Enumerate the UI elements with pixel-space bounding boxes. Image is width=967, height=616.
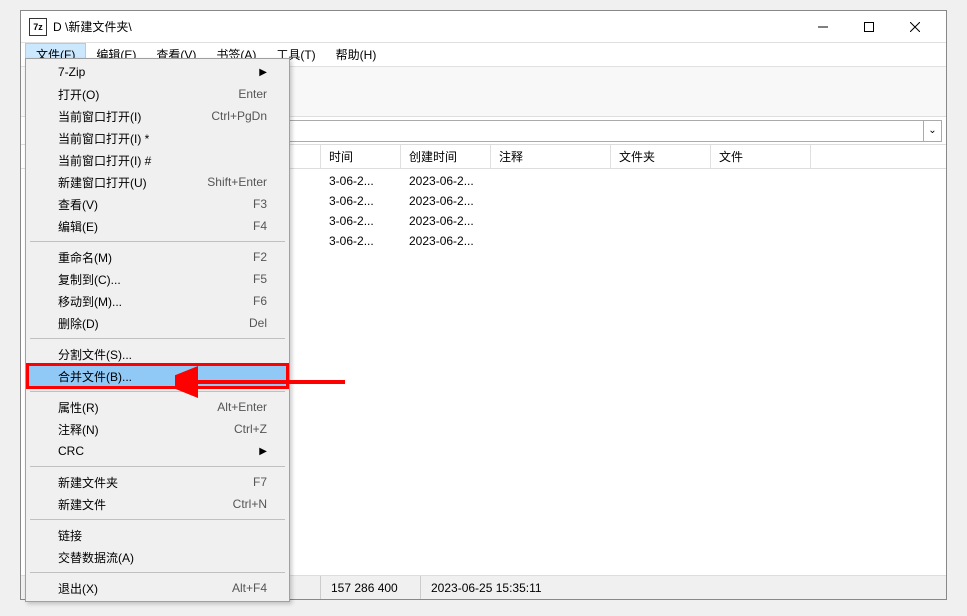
menu-item-label: 交替数据流(A)	[58, 549, 267, 566]
submenu-arrow-icon: ▶	[259, 446, 267, 457]
menu-帮助(H)[interactable]: 帮助(H)	[326, 43, 387, 66]
close-button[interactable]	[892, 12, 938, 42]
menu-item-accelerator: F2	[253, 250, 267, 264]
maximize-icon	[864, 22, 874, 32]
menu-separator	[30, 338, 285, 339]
file-menu-dropdown: 7-Zip▶打开(O)Enter当前窗口打开(I)Ctrl+PgDn当前窗口打开…	[25, 58, 290, 602]
menu-item-label: 属性(R)	[58, 399, 217, 416]
column-header-创建时间[interactable]: 创建时间	[401, 145, 491, 168]
menu-item-分割文件(S)...[interactable]: 分割文件(S)...	[28, 343, 287, 365]
column-header-文件[interactable]: 文件	[711, 145, 811, 168]
menu-item-accelerator: F3	[253, 197, 267, 211]
menu-item-accelerator: Ctrl+N	[233, 497, 267, 511]
menu-item-label: 分割文件(S)...	[58, 346, 267, 363]
cell-ctime: 2023-06-2...	[401, 174, 491, 188]
menu-separator	[30, 519, 285, 520]
column-header-注释[interactable]: 注释	[491, 145, 611, 168]
menu-item-label: 编辑(E)	[58, 218, 253, 235]
menu-item-注释(N)[interactable]: 注释(N)Ctrl+Z	[28, 418, 287, 440]
cell-mtime: 3-06-2...	[321, 234, 401, 248]
column-header-时间[interactable]: 时间	[321, 145, 401, 168]
cell-mtime: 3-06-2...	[321, 214, 401, 228]
menu-item-accelerator: Ctrl+PgDn	[211, 109, 267, 123]
cell-ctime: 2023-06-2...	[401, 194, 491, 208]
menu-item-合并文件(B)...[interactable]: 合并文件(B)...	[28, 365, 287, 387]
menu-separator	[30, 466, 285, 467]
minimize-icon	[818, 22, 828, 32]
minimize-button[interactable]	[800, 12, 846, 42]
menu-item-accelerator: F5	[253, 272, 267, 286]
menu-item-CRC[interactable]: CRC▶	[28, 440, 287, 462]
chevron-down-icon: ⌄	[928, 125, 936, 136]
cell-ctime: 2023-06-2...	[401, 214, 491, 228]
menu-item-label: 注释(N)	[58, 421, 234, 438]
menu-item-查看(V)[interactable]: 查看(V)F3	[28, 193, 287, 215]
menu-item-label: 链接	[58, 527, 267, 544]
menu-item-label: 7-Zip	[58, 65, 259, 79]
menu-item-当前窗口打开(I) *[interactable]: 当前窗口打开(I) *	[28, 127, 287, 149]
menu-item-label: 退出(X)	[58, 580, 232, 597]
menu-item-新建文件[interactable]: 新建文件Ctrl+N	[28, 493, 287, 515]
menu-separator	[30, 572, 285, 573]
menu-item-label: 新建窗口打开(U)	[58, 174, 207, 191]
menu-item-删除(D)[interactable]: 删除(D)Del	[28, 312, 287, 334]
menu-item-accelerator: Alt+F4	[232, 581, 267, 595]
menu-separator	[30, 391, 285, 392]
maximize-button[interactable]	[846, 12, 892, 42]
close-icon	[910, 22, 920, 32]
menu-item-accelerator: Ctrl+Z	[234, 422, 267, 436]
submenu-arrow-icon: ▶	[259, 67, 267, 78]
menu-item-accelerator: F7	[253, 475, 267, 489]
menu-item-label: 重命名(M)	[58, 249, 253, 266]
cell-mtime: 3-06-2...	[321, 174, 401, 188]
menu-item-label: 当前窗口打开(I) *	[58, 130, 267, 147]
menu-separator	[30, 241, 285, 242]
menu-item-label: 删除(D)	[58, 315, 249, 332]
menu-item-accelerator: F6	[253, 294, 267, 308]
menu-item-当前窗口打开(I) #[interactable]: 当前窗口打开(I) #	[28, 149, 287, 171]
menu-item-移动到(M)...[interactable]: 移动到(M)...F6	[28, 290, 287, 312]
menu-item-label: 复制到(C)...	[58, 271, 253, 288]
menu-item-属性(R)[interactable]: 属性(R)Alt+Enter	[28, 396, 287, 418]
status-cell-2: 157 286 400	[321, 576, 421, 599]
column-header-文件夹[interactable]: 文件夹	[611, 145, 711, 168]
menu-item-新建文件夹[interactable]: 新建文件夹F7	[28, 471, 287, 493]
status-cell-3: 2023-06-25 15:35:11	[421, 576, 946, 599]
menu-item-label: CRC	[58, 444, 259, 458]
menu-item-交替数据流(A)[interactable]: 交替数据流(A)	[28, 546, 287, 568]
menu-item-label: 当前窗口打开(I)	[58, 108, 211, 125]
menu-item-当前窗口打开(I)[interactable]: 当前窗口打开(I)Ctrl+PgDn	[28, 105, 287, 127]
menu-item-label: 查看(V)	[58, 196, 253, 213]
address-dropdown-button[interactable]: ⌄	[924, 120, 942, 142]
menu-item-label: 当前窗口打开(I) #	[58, 152, 267, 169]
menu-item-accelerator: Shift+Enter	[207, 175, 267, 189]
menu-item-accelerator: Del	[249, 316, 267, 330]
menu-item-accelerator: Enter	[238, 87, 267, 101]
menu-item-编辑(E)[interactable]: 编辑(E)F4	[28, 215, 287, 237]
menu-item-label: 新建文件	[58, 496, 233, 513]
menu-item-新建窗口打开(U)[interactable]: 新建窗口打开(U)Shift+Enter	[28, 171, 287, 193]
app-icon: 7z	[29, 18, 47, 36]
menu-item-链接[interactable]: 链接	[28, 524, 287, 546]
menu-item-label: 移动到(M)...	[58, 293, 253, 310]
menu-item-label: 新建文件夹	[58, 474, 253, 491]
menu-item-label: 合并文件(B)...	[58, 368, 267, 385]
menu-item-label: 打开(O)	[58, 86, 238, 103]
menu-item-打开(O)[interactable]: 打开(O)Enter	[28, 83, 287, 105]
cell-ctime: 2023-06-2...	[401, 234, 491, 248]
menu-item-复制到(C)...[interactable]: 复制到(C)...F5	[28, 268, 287, 290]
window-controls	[800, 12, 938, 42]
menu-item-7-Zip[interactable]: 7-Zip▶	[28, 61, 287, 83]
window-title: D \新建文件夹\	[53, 18, 800, 35]
menu-item-accelerator: F4	[253, 219, 267, 233]
menu-item-重命名(M)[interactable]: 重命名(M)F2	[28, 246, 287, 268]
menu-item-退出(X)[interactable]: 退出(X)Alt+F4	[28, 577, 287, 599]
menu-item-accelerator: Alt+Enter	[217, 400, 267, 414]
cell-mtime: 3-06-2...	[321, 194, 401, 208]
titlebar: 7z D \新建文件夹\	[21, 11, 946, 43]
